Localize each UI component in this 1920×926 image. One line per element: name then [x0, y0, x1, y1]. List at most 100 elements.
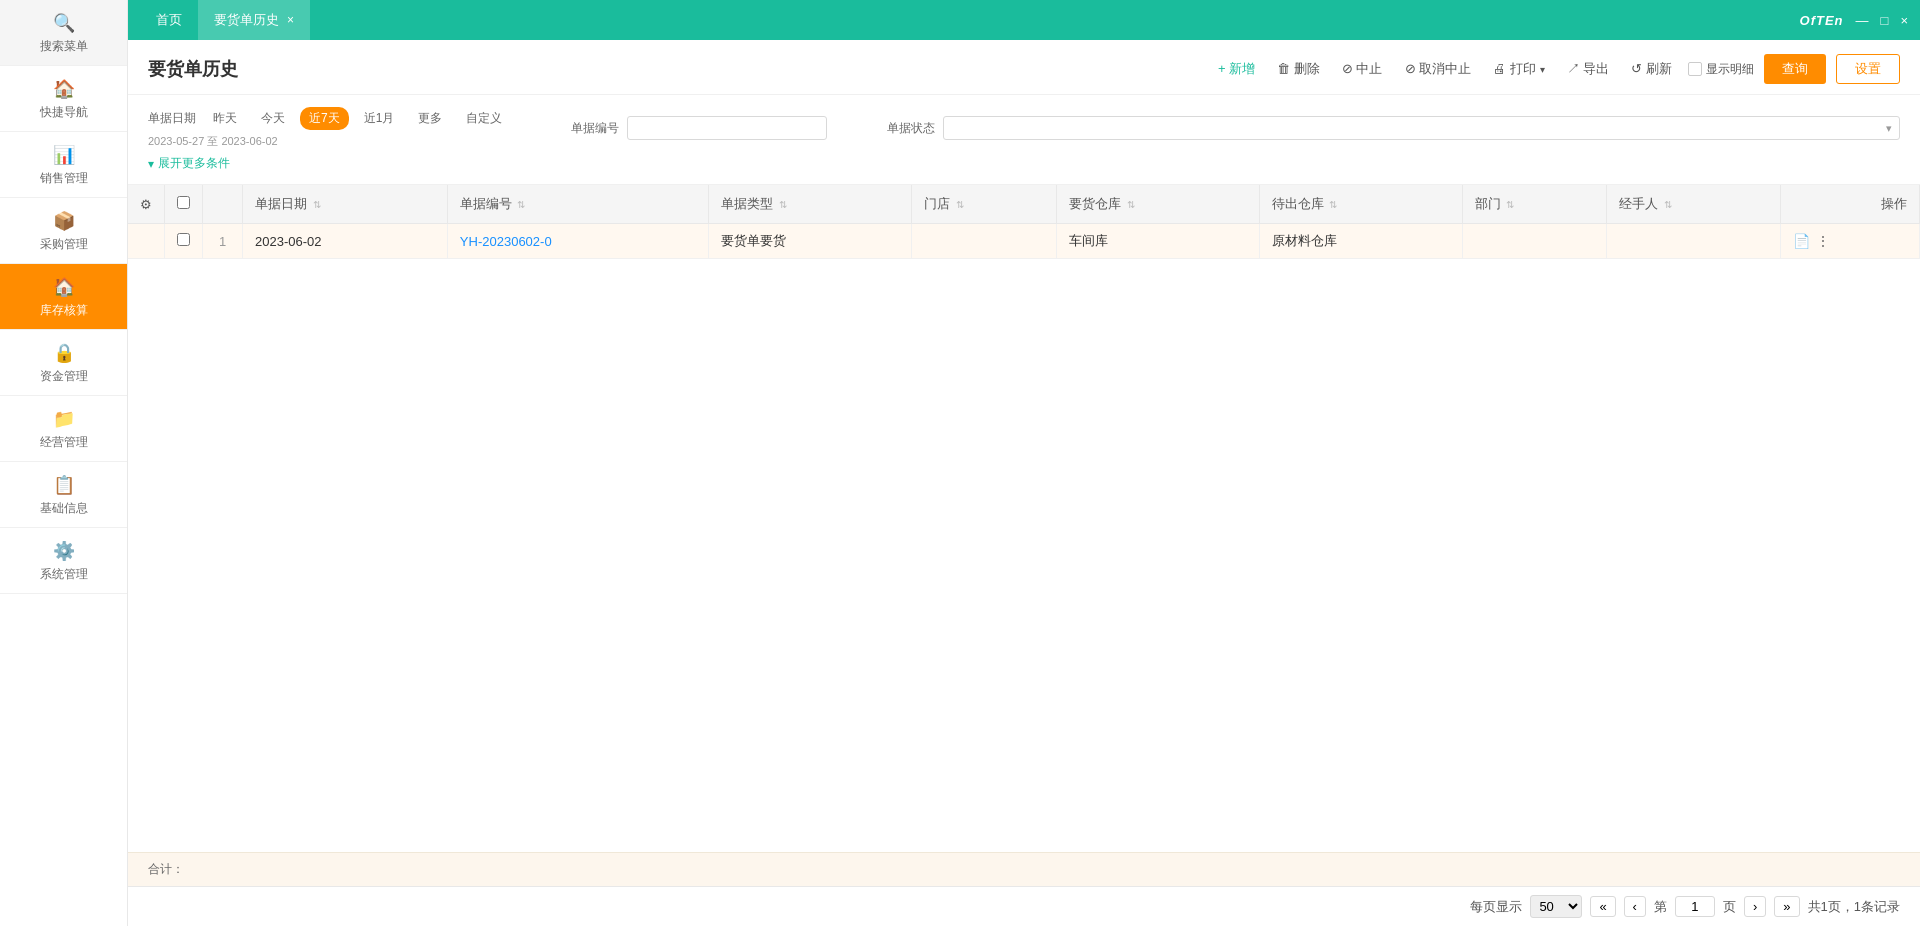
per-page-select[interactable]: 50 10 20 100	[1530, 895, 1582, 918]
sort-store-icon[interactable]: ⇅	[956, 199, 964, 210]
sidebar-item-inventory[interactable]: 🏠 库存核算	[0, 264, 127, 330]
topbar-home-label: 首页	[156, 11, 182, 29]
cancel-suspend-button[interactable]: ⊘ 取消中止	[1399, 56, 1478, 82]
col-doc-date-label: 单据日期	[255, 196, 307, 211]
table-row: 1 2023-06-02 YH-20230602-0 要货单要货 车间库 原材料…	[128, 224, 1920, 259]
row-department-cell	[1462, 224, 1607, 259]
sort-doc-date-icon[interactable]: ⇅	[313, 199, 321, 210]
table-area: ⚙ 单据日期 ⇅ 单据编号 ⇅	[128, 185, 1920, 852]
col-store: 门店 ⇅	[912, 185, 1057, 224]
row-action-view-button[interactable]: 📄	[1793, 233, 1810, 249]
table-header-row: ⚙ 单据日期 ⇅ 单据编号 ⇅	[128, 185, 1920, 224]
delete-button[interactable]: 🗑 删除	[1271, 56, 1326, 82]
first-page-button[interactable]: «	[1590, 896, 1615, 917]
date-btn-custom[interactable]: 自定义	[457, 107, 511, 130]
row-action-more-button[interactable]: ⋮	[1816, 233, 1830, 249]
col-doc-no: 单据编号 ⇅	[447, 185, 708, 224]
date-btn-today[interactable]: 今天	[252, 107, 294, 130]
col-doc-no-label: 单据编号	[460, 196, 512, 211]
sort-doc-no-icon[interactable]: ⇅	[517, 199, 525, 210]
page-title: 要货单历史	[148, 57, 238, 81]
new-button[interactable]: + 新增	[1212, 56, 1261, 82]
sidebar-item-search-menu[interactable]: 🔍 搜索菜单	[0, 0, 127, 66]
page-label: 第	[1654, 898, 1667, 916]
window-maximize-button[interactable]: □	[1881, 13, 1889, 28]
settings-col-icon[interactable]: ⚙	[140, 197, 152, 212]
window-minimize-button[interactable]: —	[1856, 13, 1869, 28]
close-tab-button[interactable]: ×	[287, 13, 294, 27]
prev-page-button[interactable]: ‹	[1624, 896, 1646, 917]
sales-icon: 📊	[53, 144, 75, 166]
brand-label: OfTEn	[1800, 13, 1844, 28]
export-button[interactable]: ↗ 导出	[1561, 56, 1616, 82]
sidebar-item-quick-nav[interactable]: 🏠 快捷导航	[0, 66, 127, 132]
row-num-cell: 1	[203, 224, 243, 259]
content-area: 要货单历史 + 新增 🗑 删除 ⊘ 中止 ⊘ 取消中止 🖨 打印 ▾	[128, 40, 1920, 926]
col-checkbox	[165, 185, 203, 224]
suspend-button[interactable]: ⊘ 中止	[1336, 56, 1389, 82]
sidebar-item-sys-mgmt[interactable]: ⚙️ 系统管理	[0, 528, 127, 594]
row-store-cell	[912, 224, 1057, 259]
sidebar-item-sales-mgmt[interactable]: 📊 销售管理	[0, 132, 127, 198]
date-filter-label: 单据日期	[148, 110, 196, 127]
col-num	[203, 185, 243, 224]
refresh-button[interactable]: ↺ 刷新	[1625, 56, 1678, 82]
topbar-home[interactable]: 首页	[140, 0, 198, 40]
filter-area: 单据日期 昨天 今天 近7天 近1月 更多 自定义 2023-05-27 至 2…	[128, 95, 1920, 185]
sidebar-item-ops-mgmt[interactable]: 📁 经营管理	[0, 396, 127, 462]
date-btn-recent1month[interactable]: 近1月	[355, 107, 404, 130]
doc-no-input[interactable]	[627, 116, 827, 140]
delete-button-label: 🗑 删除	[1277, 60, 1320, 78]
sort-req-warehouse-icon[interactable]: ⇅	[1127, 199, 1135, 210]
next-page-button[interactable]: ›	[1744, 896, 1766, 917]
row-checkbox-cell	[165, 224, 203, 259]
col-operation-label: 操作	[1881, 196, 1907, 211]
sidebar-item-label: 快捷导航	[40, 104, 88, 121]
print-button[interactable]: 🖨 打印 ▾	[1487, 56, 1551, 82]
col-operation: 操作	[1781, 185, 1920, 224]
display-detail-checkbox[interactable]	[1688, 62, 1702, 76]
row-doc-date-cell: 2023-06-02	[243, 224, 448, 259]
topbar: 首页 要货单历史 × OfTEn — □ ×	[128, 0, 1920, 40]
doc-status-select[interactable]	[943, 116, 1900, 140]
ops-icon: 📁	[53, 408, 75, 430]
topbar-tab-history[interactable]: 要货单历史 ×	[198, 0, 310, 40]
display-detail-toggle[interactable]: 显示明细	[1688, 61, 1754, 78]
doc-status-label: 单据状态	[887, 120, 935, 137]
suspend-button-label: ⊘ 中止	[1342, 60, 1383, 78]
date-btn-recent7[interactable]: 近7天	[300, 107, 349, 130]
row-checkbox[interactable]	[177, 233, 190, 246]
col-doc-type-label: 单据类型	[721, 196, 773, 211]
sort-doc-type-icon[interactable]: ⇅	[779, 199, 787, 210]
row-doc-no-link[interactable]: YH-20230602-0	[460, 234, 552, 249]
page-input[interactable]	[1675, 896, 1715, 917]
sort-department-icon[interactable]: ⇅	[1506, 199, 1514, 210]
date-filter-row: 单据日期 昨天 今天 近7天 近1月 更多 自定义	[148, 107, 511, 130]
total-info: 共1页，1条记录	[1808, 898, 1900, 916]
sort-pending-warehouse-icon[interactable]: ⇅	[1329, 199, 1337, 210]
sidebar-item-label: 搜索菜单	[40, 38, 88, 55]
expand-more-button[interactable]: ▾ 展开更多条件	[148, 155, 1900, 172]
query-button[interactable]: 查询	[1764, 54, 1826, 84]
date-btn-more[interactable]: 更多	[409, 107, 451, 130]
date-range-display: 2023-05-27 至 2023-06-02	[148, 134, 511, 149]
sidebar-item-purchase-mgmt[interactable]: 📦 采购管理	[0, 198, 127, 264]
sidebar-item-finance-mgmt[interactable]: 🔒 资金管理	[0, 330, 127, 396]
sidebar-item-base-info[interactable]: 📋 基础信息	[0, 462, 127, 528]
settings-button[interactable]: 设置	[1836, 54, 1900, 84]
table-footer: 合计：	[128, 852, 1920, 886]
date-btn-yesterday[interactable]: 昨天	[204, 107, 246, 130]
sidebar-item-label: 资金管理	[40, 368, 88, 385]
doc-status-select-wrapper	[943, 116, 1900, 140]
select-all-checkbox[interactable]	[177, 196, 190, 209]
sort-handler-icon[interactable]: ⇅	[1664, 199, 1672, 210]
date-buttons: 昨天 今天 近7天 近1月 更多 自定义	[204, 107, 511, 130]
date-filter-group: 单据日期 昨天 今天 近7天 近1月 更多 自定义 2023-05-27 至 2…	[148, 107, 511, 149]
window-close-button[interactable]: ×	[1900, 13, 1908, 28]
col-doc-date: 单据日期 ⇅	[243, 185, 448, 224]
col-doc-type: 单据类型 ⇅	[709, 185, 912, 224]
last-page-button[interactable]: »	[1774, 896, 1799, 917]
quick-nav-icon: 🏠	[53, 78, 75, 100]
inventory-icon: 🏠	[53, 276, 75, 298]
col-department: 部门 ⇅	[1462, 185, 1607, 224]
